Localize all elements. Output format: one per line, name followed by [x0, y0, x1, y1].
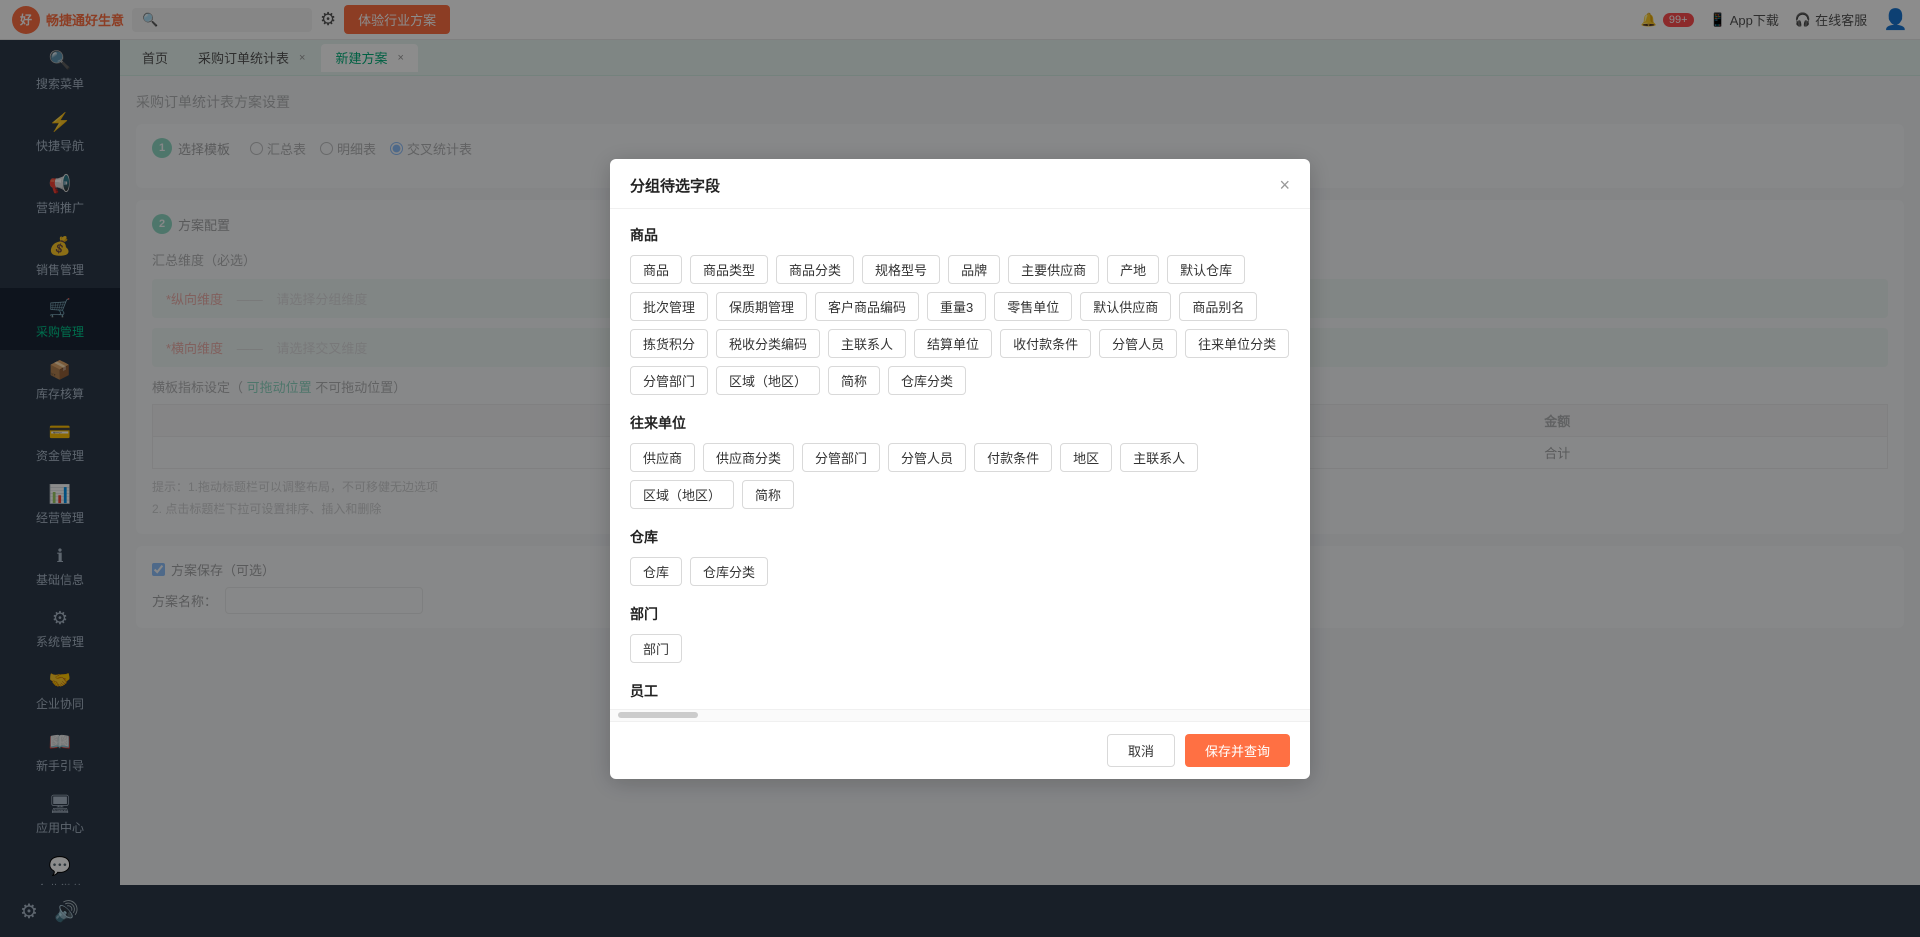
tag-department[interactable]: 部门 — [630, 634, 682, 663]
dept-tags: 部门 — [630, 634, 1290, 663]
section-partner-title: 往来单位 — [630, 413, 1290, 433]
tag-short-name[interactable]: 简称 — [828, 366, 880, 395]
tag-default-supplier[interactable]: 默认供应商 — [1080, 292, 1171, 321]
tag-pay-terms[interactable]: 收付款条件 — [1000, 329, 1091, 358]
confirm-button[interactable]: 保存并查询 — [1185, 734, 1290, 767]
tag-partner-category[interactable]: 往来单位分类 — [1185, 329, 1289, 358]
warehouse-tags: 仓库 仓库分类 — [630, 557, 1290, 586]
product-tags: 商品 商品类型 商品分类 规格型号 品牌 主要供应商 产地 默认仓库 批次管理 … — [630, 255, 1290, 395]
tag-batch-mgmt[interactable]: 批次管理 — [630, 292, 708, 321]
tag-dept[interactable]: 分管部门 — [630, 366, 708, 395]
group-field-dialog: 分组待选字段 × 商品 商品 商品类型 商品分类 规格型号 品牌 主要供应商 产… — [610, 159, 1310, 779]
section-product-title: 商品 — [630, 225, 1290, 245]
tag-shelf-life[interactable]: 保质期管理 — [716, 292, 807, 321]
tag-main-supplier[interactable]: 主要供应商 — [1008, 255, 1099, 284]
section-warehouse-title: 仓库 — [630, 527, 1290, 547]
tag-payment-terms[interactable]: 付款条件 — [974, 443, 1052, 472]
tag-partner-person[interactable]: 分管人员 — [888, 443, 966, 472]
tag-supervisor[interactable]: 分管人员 — [1099, 329, 1177, 358]
tag-area[interactable]: 地区 — [1060, 443, 1112, 472]
tag-region-2[interactable]: 区域（地区） — [630, 480, 734, 509]
dialog-footer: 取消 保存并查询 — [610, 721, 1310, 779]
tag-pick-score[interactable]: 拣货积分 — [630, 329, 708, 358]
tag-region[interactable]: 区域（地区） — [716, 366, 820, 395]
tag-warehouse-cat[interactable]: 仓库分类 — [690, 557, 768, 586]
tag-main-contact-2[interactable]: 主联系人 — [1120, 443, 1198, 472]
tag-supplier-category[interactable]: 供应商分类 — [703, 443, 794, 472]
tag-weight[interactable]: 重量3 — [927, 292, 986, 321]
section-employee-title: 员工 — [630, 681, 1290, 701]
section-department: 部门 部门 — [630, 604, 1290, 663]
tag-origin[interactable]: 产地 — [1107, 255, 1159, 284]
cancel-button[interactable]: 取消 — [1107, 734, 1175, 767]
section-product: 商品 商品 商品类型 商品分类 规格型号 品牌 主要供应商 产地 默认仓库 批次… — [630, 225, 1290, 395]
tag-retail-unit[interactable]: 零售单位 — [994, 292, 1072, 321]
tag-product[interactable]: 商品 — [630, 255, 682, 284]
dialog-close-button[interactable]: × — [1279, 176, 1290, 194]
dialog-overlay: 分组待选字段 × 商品 商品 商品类型 商品分类 规格型号 品牌 主要供应商 产… — [0, 0, 1920, 937]
dialog-title: 分组待选字段 — [630, 175, 720, 196]
tag-product-type[interactable]: 商品类型 — [690, 255, 768, 284]
tag-default-warehouse[interactable]: 默认仓库 — [1167, 255, 1245, 284]
tag-product-alias[interactable]: 商品别名 — [1179, 292, 1257, 321]
tag-short-name-2[interactable]: 简称 — [742, 480, 794, 509]
section-warehouse: 仓库 仓库 仓库分类 — [630, 527, 1290, 586]
tag-tax-code[interactable]: 税收分类编码 — [716, 329, 820, 358]
hscroll-thumb — [618, 712, 698, 718]
dialog-body: 商品 商品 商品类型 商品分类 规格型号 品牌 主要供应商 产地 默认仓库 批次… — [610, 209, 1310, 709]
partner-tags: 供应商 供应商分类 分管部门 分管人员 付款条件 地区 主联系人 区域（地区） … — [630, 443, 1290, 509]
section-employee: 员工 业务员 — [630, 681, 1290, 709]
tag-supplier[interactable]: 供应商 — [630, 443, 695, 472]
tag-settle-unit[interactable]: 结算单位 — [914, 329, 992, 358]
tag-spec-model[interactable]: 规格型号 — [862, 255, 940, 284]
section-dept-title: 部门 — [630, 604, 1290, 624]
tag-partner-dept[interactable]: 分管部门 — [802, 443, 880, 472]
dialog-header: 分组待选字段 × — [610, 159, 1310, 209]
tag-warehouse[interactable]: 仓库 — [630, 557, 682, 586]
tag-customer-code[interactable]: 客户商品编码 — [815, 292, 919, 321]
dialog-hscroll[interactable] — [610, 709, 1310, 721]
section-partner: 往来单位 供应商 供应商分类 分管部门 分管人员 付款条件 地区 主联系人 区域… — [630, 413, 1290, 509]
tag-main-contact[interactable]: 主联系人 — [828, 329, 906, 358]
tag-warehouse-category[interactable]: 仓库分类 — [888, 366, 966, 395]
tag-product-category[interactable]: 商品分类 — [776, 255, 854, 284]
tag-brand[interactable]: 品牌 — [948, 255, 1000, 284]
